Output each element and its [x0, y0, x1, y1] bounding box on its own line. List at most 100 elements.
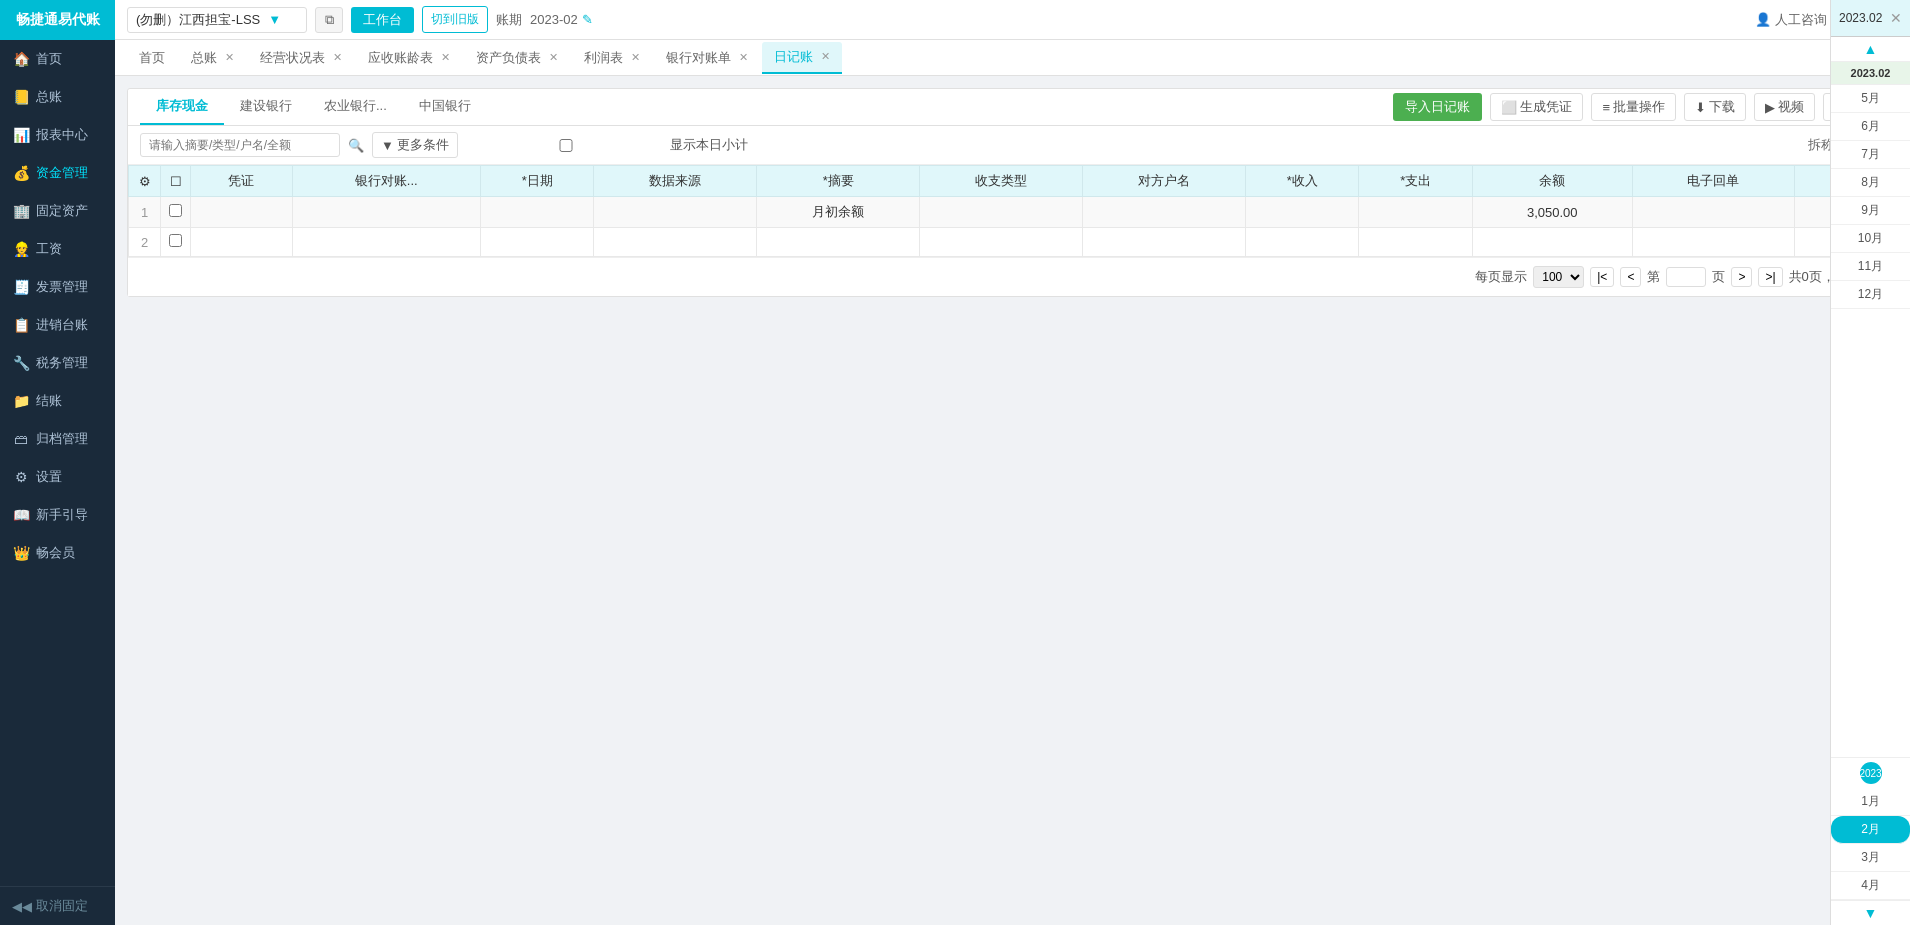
sidebar-item-closing[interactable]: 📁 结账 [0, 382, 115, 420]
month-item[interactable]: 10月 [1831, 225, 1910, 253]
tab-close-business[interactable]: ✕ [333, 51, 342, 64]
video-button[interactable]: ▶ 视频 [1754, 93, 1815, 121]
month-item[interactable]: 11月 [1831, 253, 1910, 281]
download-button[interactable]: ⬇ 下载 [1684, 93, 1746, 121]
month-item[interactable]: 6月 [1831, 113, 1910, 141]
month-item[interactable]: 4月 [1831, 872, 1910, 900]
sidebar-item-guide[interactable]: 📖 新手引导 [0, 496, 115, 534]
month-item[interactable]: 8月 [1831, 169, 1910, 197]
month-item[interactable]: 7月 [1831, 141, 1910, 169]
sidebar-item-home[interactable]: 🏠 首页 [0, 40, 115, 78]
subtab-ccb[interactable]: 建设银行 [224, 89, 308, 125]
generate-voucher-button[interactable]: ⬜ 生成凭证 [1490, 93, 1583, 121]
tabbar: 首页 总账 ✕ 经营状况表 ✕ 应收账龄表 ✕ 资产负债表 ✕ 利润表 ✕ [115, 40, 1910, 76]
tab-home[interactable]: 首页 [127, 43, 177, 73]
sidebar-item-tax[interactable]: 🔧 税务管理 [0, 344, 115, 382]
import-journal-button[interactable]: 导入日记账 [1393, 93, 1482, 121]
show-daily-checkbox[interactable]: 显示本日小计 [466, 136, 748, 154]
th-counterpart: 对方户名 [1083, 166, 1246, 197]
month-item[interactable]: 1月 [1831, 788, 1910, 816]
date-scroll-down[interactable]: ▼ [1864, 905, 1878, 921]
sidebar-item-label: 结账 [36, 392, 62, 410]
more-conditions-button[interactable]: ▼ 更多条件 [372, 132, 458, 158]
next-page-button[interactable]: > [1731, 267, 1752, 287]
sidebar-item-settings[interactable]: ⚙ 设置 [0, 458, 115, 496]
row-check[interactable] [161, 228, 191, 257]
month-item[interactable]: 5月 [1831, 85, 1910, 113]
sidebar-item-label: 报表中心 [36, 126, 88, 144]
tab-close-ledger[interactable]: ✕ [225, 51, 234, 64]
old-version-button[interactable]: 切到旧版 [422, 6, 488, 33]
copy-company-button[interactable]: ⧉ [315, 7, 343, 33]
daily-checkbox-input[interactable] [466, 139, 666, 152]
year-active-badge[interactable]: 2023 [1860, 762, 1882, 784]
sidebar-item-funds[interactable]: 💰 资金管理 [0, 154, 115, 192]
sidebar-item-label: 税务管理 [36, 354, 88, 372]
subtab-boc[interactable]: 中国银行 [403, 89, 487, 125]
th-settings[interactable]: ⚙ [129, 166, 161, 197]
voucher-icon: ⬜ [1501, 100, 1517, 115]
tab-close-profit[interactable]: ✕ [631, 51, 640, 64]
sidebar-item-invoice[interactable]: 🧾 发票管理 [0, 268, 115, 306]
search-input[interactable] [140, 133, 340, 157]
date-panel-close-button[interactable]: ✕ [1882, 4, 1910, 32]
support-link[interactable]: 👤 人工咨询 [1755, 11, 1827, 29]
table-cell [1632, 228, 1795, 257]
sidebar-item-membership[interactable]: 👑 畅会员 [0, 534, 115, 572]
search-icon[interactable]: 🔍 [348, 138, 364, 153]
date-panel: 2023.02 ✕ ▲ 2023.02 5月6月7月8月9月10月11月12月 … [1830, 0, 1910, 925]
pagination: 每页显示 100 20 50 200 |< < 第 1 页 > >| 共0页，0… [128, 257, 1897, 296]
month-item[interactable]: 9月 [1831, 197, 1910, 225]
batch-op-button[interactable]: ≡ 批量操作 [1591, 93, 1676, 121]
tab-balance-sheet[interactable]: 资产负债表 ✕ [464, 43, 570, 73]
per-page-select[interactable]: 100 20 50 200 [1533, 266, 1584, 288]
th-bank-match: 银行对账... [292, 166, 480, 197]
month-item[interactable]: 3月 [1831, 844, 1910, 872]
sidebar-item-label: 工资 [36, 240, 62, 258]
th-check[interactable]: ☐ [161, 166, 191, 197]
first-page-button[interactable]: |< [1590, 267, 1614, 287]
date-panel-year-2022[interactable]: 2023.02 [1851, 67, 1891, 79]
month-item[interactable]: 12月 [1831, 281, 1910, 309]
table-cell [1359, 228, 1472, 257]
tab-receivables[interactable]: 应收账龄表 ✕ [356, 43, 462, 73]
membership-icon: 👑 [12, 545, 30, 561]
prev-page-button[interactable]: < [1620, 267, 1641, 287]
tab-close-bank[interactable]: ✕ [739, 51, 748, 64]
sidebar-item-ledger[interactable]: 📒 总账 [0, 78, 115, 116]
pin-toggle[interactable]: ◀◀ 取消固定 [0, 886, 115, 925]
sidebar-item-archive[interactable]: 🗃 归档管理 [0, 420, 115, 458]
period-edit-icon[interactable]: ✎ [582, 12, 593, 27]
row-settings[interactable]: 1 [129, 197, 161, 228]
tab-profit[interactable]: 利润表 ✕ [572, 43, 652, 73]
page-input[interactable]: 1 [1666, 267, 1706, 287]
sidebar-item-assets[interactable]: 🏢 固定资产 [0, 192, 115, 230]
tab-ledger[interactable]: 总账 ✕ [179, 43, 246, 73]
tab-journal[interactable]: 日记账 ✕ [762, 42, 842, 74]
subtab-cash[interactable]: 库存现金 [140, 89, 224, 125]
date-scroll-up[interactable]: ▲ [1864, 41, 1878, 57]
tab-close-balance[interactable]: ✕ [549, 51, 558, 64]
page-label: 第 [1647, 268, 1660, 286]
row-check[interactable] [161, 197, 191, 228]
last-page-button[interactable]: >| [1758, 267, 1782, 287]
tab-bank-reconcile[interactable]: 银行对账单 ✕ [654, 43, 760, 73]
sidebar-item-salary[interactable]: 👷 工资 [0, 230, 115, 268]
sidebar-item-reports[interactable]: 📊 报表中心 [0, 116, 115, 154]
workbench-button[interactable]: 工作台 [351, 7, 414, 33]
filter-bar: 🔍 ▼ 更多条件 显示本日小计 拆称: 人民币 [128, 126, 1897, 165]
table-cell [1083, 228, 1246, 257]
tab-business-status[interactable]: 经营状况表 ✕ [248, 43, 354, 73]
tab-close-receivables[interactable]: ✕ [441, 51, 450, 64]
company-dropdown-icon[interactable]: ▼ [268, 12, 281, 27]
table-cell [1632, 197, 1795, 228]
company-selector[interactable]: (勿删）江西担宝-LSS ▼ [127, 7, 307, 33]
row-settings[interactable]: 2 [129, 228, 161, 257]
table-cell [292, 228, 480, 257]
subtab-agri[interactable]: 农业银行... [308, 89, 403, 125]
table-cell: 月初余额 [757, 197, 920, 228]
month-item[interactable]: 2月 [1831, 816, 1910, 844]
tab-close-journal[interactable]: ✕ [821, 50, 830, 63]
tax-icon: 🔧 [12, 355, 30, 371]
sidebar-item-purchases[interactable]: 📋 进销台账 [0, 306, 115, 344]
